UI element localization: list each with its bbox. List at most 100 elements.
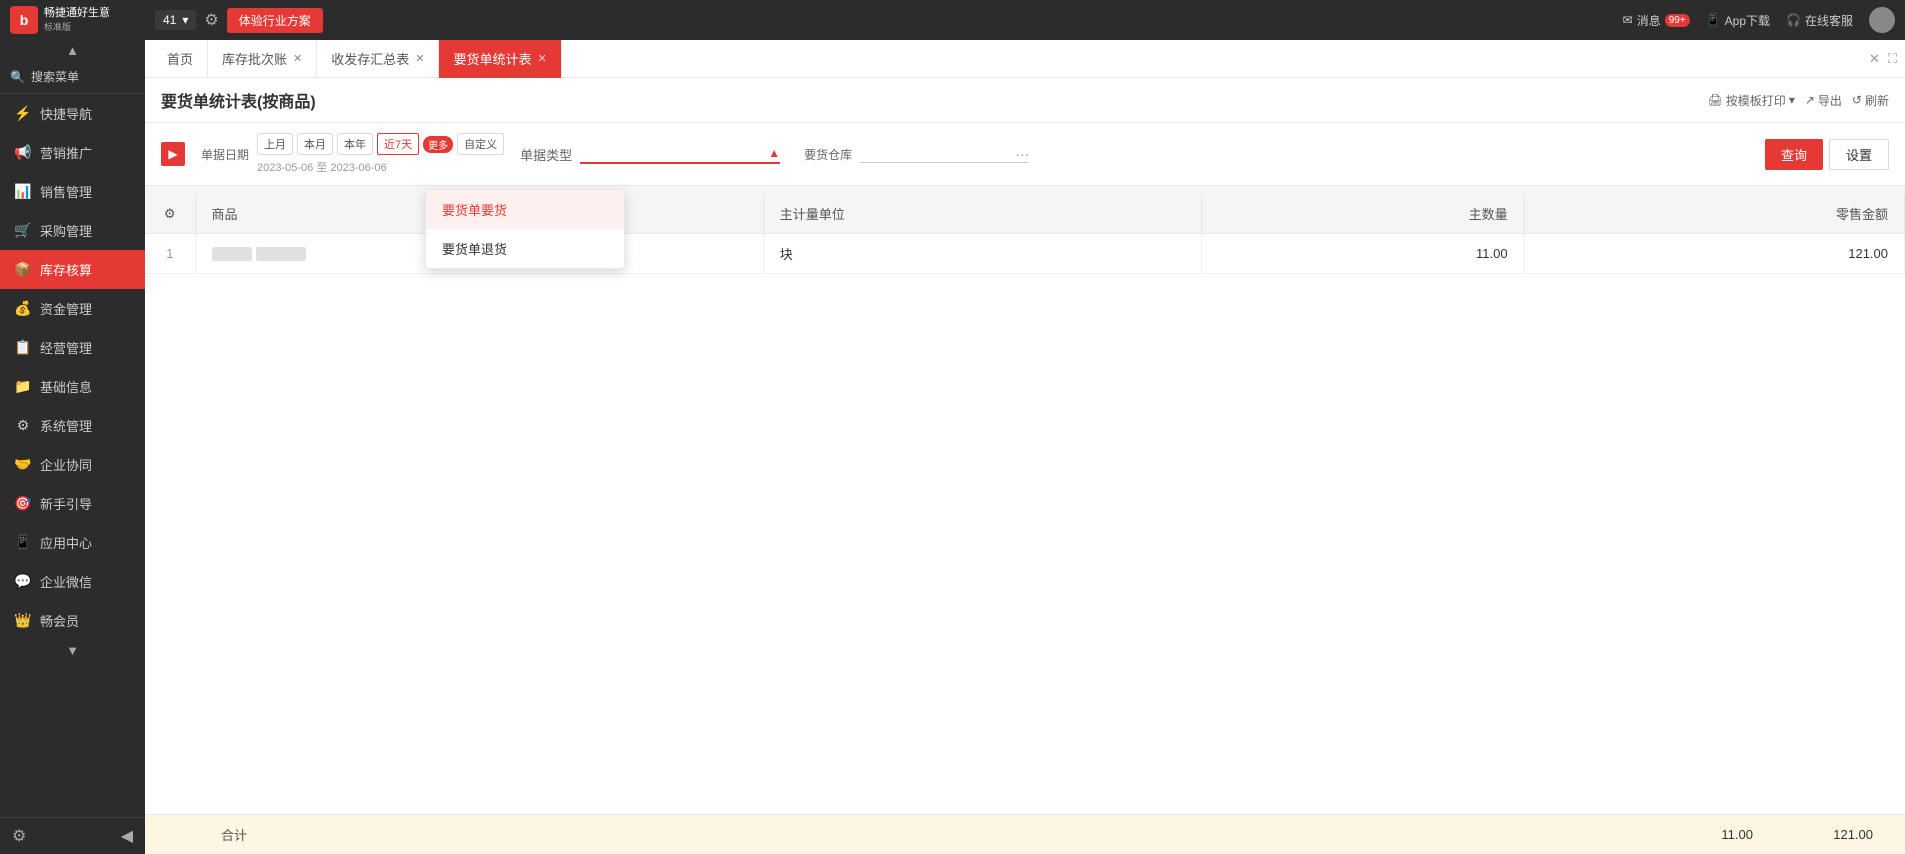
- sidebar-label-inventory: 库存核算: [40, 260, 92, 279]
- sidebar-label-quick-nav: 快捷导航: [40, 104, 92, 123]
- print-dropdown-icon: ▾: [1789, 93, 1795, 107]
- refresh-icon: ↺: [1852, 93, 1862, 107]
- more-date-badge[interactable]: 更多: [423, 136, 453, 153]
- page-title-row: 要货单统计表(按商品) 🖨 按模板打印 ▾ ↗ 导出 ↺: [161, 88, 1889, 112]
- industry-plan-button[interactable]: 体验行业方案: [227, 8, 323, 33]
- sidebar-item-app-center[interactable]: 📱 应用中心: [0, 523, 145, 562]
- sidebar-item-base-info[interactable]: 📁 基础信息: [0, 367, 145, 406]
- tab-label-order-stats: 要货单统计表: [453, 49, 531, 68]
- sidebar-label-system: 系统管理: [40, 416, 92, 435]
- type-select-box[interactable]: ▲: [580, 144, 780, 164]
- dropdown-item-purchase-order[interactable]: 要货单要货: [426, 190, 624, 229]
- export-button[interactable]: ↗ 导出: [1805, 92, 1842, 109]
- filter-actions: 查询 设置: [1765, 139, 1889, 170]
- sidebar-bottom-settings-icon[interactable]: ⚙: [12, 826, 26, 846]
- sidebar-item-sales[interactable]: 📊 销售管理: [0, 172, 145, 211]
- sidebar-item-operations[interactable]: 📋 经营管理: [0, 328, 145, 367]
- sidebar-item-inventory[interactable]: 📦 库存核算: [0, 250, 145, 289]
- tab-recv-summary[interactable]: 收发存汇总表 ✕: [317, 40, 439, 78]
- main-layout: ▲ 🔍 搜索菜单 ⚡ 快捷导航 📢 营销推广 📊 销售管理 🛒 采购管理 📦 库…: [0, 40, 1905, 854]
- query-button[interactable]: 查询: [1765, 139, 1823, 170]
- settings-button[interactable]: 设置: [1829, 139, 1889, 170]
- tab-order-stats[interactable]: 要货单统计表 ✕: [439, 40, 561, 78]
- tab-close-recv-summary[interactable]: ✕: [415, 52, 424, 65]
- total-amount: 121.00: [1769, 827, 1889, 842]
- placeholder-block-1: [212, 247, 252, 261]
- sidebar-item-vip[interactable]: 👑 畅会员: [0, 601, 145, 640]
- warehouse-filter-label: 要货仓库: [804, 146, 852, 163]
- sidebar-scroll-up[interactable]: ▲: [0, 40, 145, 60]
- header-settings-icon[interactable]: ⚙: [204, 10, 218, 30]
- date-btn-7days[interactable]: 近7天: [377, 133, 419, 155]
- sidebar-bottom: ⚙ ◀: [0, 817, 145, 854]
- date-filter-label: 单据日期: [201, 146, 249, 163]
- store-selector[interactable]: 41 ▾: [155, 10, 196, 30]
- row-unit: 块: [763, 234, 1202, 274]
- date-btn-last-month[interactable]: 上月: [257, 133, 293, 155]
- sales-icon: 📊: [14, 183, 32, 200]
- table-container: ⚙ 商品 主计量单位 主数量 零售金额 1: [145, 194, 1905, 814]
- warehouse-filter-group: 要货仓库 ···: [804, 146, 1029, 163]
- warehouse-input[interactable]: [860, 147, 1015, 161]
- sidebar-item-guide[interactable]: 🎯 新手引导: [0, 484, 145, 523]
- page-content: 要货单统计表(按商品) 🖨 按模板打印 ▾ ↗ 导出 ↺: [145, 78, 1905, 854]
- sidebar-item-wechat[interactable]: 💬 企业微信: [0, 562, 145, 601]
- total-label: 合计: [161, 825, 247, 844]
- message-icon: ✉: [1623, 13, 1633, 27]
- sidebar-scroll-down[interactable]: ▼: [0, 640, 145, 660]
- sidebar-item-marketing[interactable]: 📢 营销推广: [0, 133, 145, 172]
- app-sub: 标准版: [44, 20, 110, 33]
- online-service-button[interactable]: 🎧 在线客服: [1786, 12, 1853, 29]
- date-filter-group: 单据日期 上月 本月 本年 近7天 更多 自定义 2023-05-06 至 20…: [201, 133, 504, 175]
- export-icon: ↗: [1805, 93, 1815, 107]
- tab-inventory-batch[interactable]: 库存批次账 ✕: [208, 40, 317, 78]
- date-btn-custom[interactable]: 自定义: [457, 133, 504, 155]
- finance-icon: 💰: [14, 300, 32, 317]
- expand-tabs-icon[interactable]: ⛶: [1888, 51, 1897, 67]
- message-label: 消息: [1637, 12, 1661, 29]
- sidebar-search-label: 搜索菜单: [31, 68, 79, 85]
- row-quantity: 11.00: [1202, 234, 1524, 274]
- date-range-display: 2023-05-06 至 2023-06-06: [257, 159, 504, 175]
- store-number: 41: [163, 13, 176, 27]
- data-table: ⚙ 商品 主计量单位 主数量 零售金额 1: [145, 194, 1905, 274]
- date-btn-this-year[interactable]: 本年: [337, 133, 373, 155]
- tab-close-inventory-batch[interactable]: ✕: [293, 52, 302, 65]
- close-all-icon[interactable]: ✕: [1869, 51, 1880, 67]
- app-download-button[interactable]: 📱 App下载: [1706, 12, 1770, 29]
- purchase-icon: 🛒: [14, 222, 32, 239]
- sidebar-item-quick-nav[interactable]: ⚡ 快捷导航: [0, 94, 145, 133]
- tab-close-order-stats[interactable]: ✕: [538, 52, 547, 65]
- table-header-row: ⚙ 商品 主计量单位 主数量 零售金额: [145, 194, 1905, 234]
- dropdown-item-return-order[interactable]: 要货单退货: [426, 229, 624, 268]
- sidebar-label-base-info: 基础信息: [40, 377, 92, 396]
- sidebar-item-purchase[interactable]: 🛒 采购管理: [0, 211, 145, 250]
- col-settings[interactable]: ⚙: [145, 194, 195, 234]
- filter-expand-button[interactable]: ▶: [161, 142, 185, 166]
- sidebar-item-system[interactable]: ⚙ 系统管理: [0, 406, 145, 445]
- operations-icon: 📋: [14, 339, 32, 356]
- print-button[interactable]: 🖨 按模板打印 ▾: [1708, 92, 1795, 109]
- date-btn-this-month[interactable]: 本月: [297, 133, 333, 155]
- type-select-input[interactable]: [580, 146, 768, 160]
- col-unit: 主计量单位: [763, 194, 1202, 234]
- sidebar-label-enterprise: 企业协同: [40, 455, 92, 474]
- messages-button[interactable]: ✉ 消息 99+: [1623, 12, 1690, 29]
- placeholder-block-2: [256, 247, 306, 261]
- sidebar-item-enterprise[interactable]: 🤝 企业协同: [0, 445, 145, 484]
- inventory-icon: 📦: [14, 261, 32, 278]
- export-label: 导出: [1818, 92, 1842, 109]
- quick-nav-icon: ⚡: [14, 105, 32, 122]
- base-info-icon: 📁: [14, 378, 32, 395]
- refresh-button[interactable]: ↺ 刷新: [1852, 92, 1889, 109]
- vip-icon: 👑: [14, 612, 32, 629]
- type-select-arrow-icon[interactable]: ▲: [768, 146, 780, 160]
- warehouse-more-icon[interactable]: ···: [1015, 146, 1029, 162]
- sidebar-collapse-icon[interactable]: ◀: [121, 826, 133, 846]
- user-avatar[interactable]: [1869, 7, 1895, 33]
- app-logo-icon: b: [10, 6, 38, 34]
- sidebar-item-finance[interactable]: 💰 资金管理: [0, 289, 145, 328]
- sidebar-search-item[interactable]: 🔍 搜索菜单: [0, 60, 145, 94]
- print-label: 按模板打印: [1726, 92, 1786, 109]
- tab-home[interactable]: 首页: [153, 40, 208, 78]
